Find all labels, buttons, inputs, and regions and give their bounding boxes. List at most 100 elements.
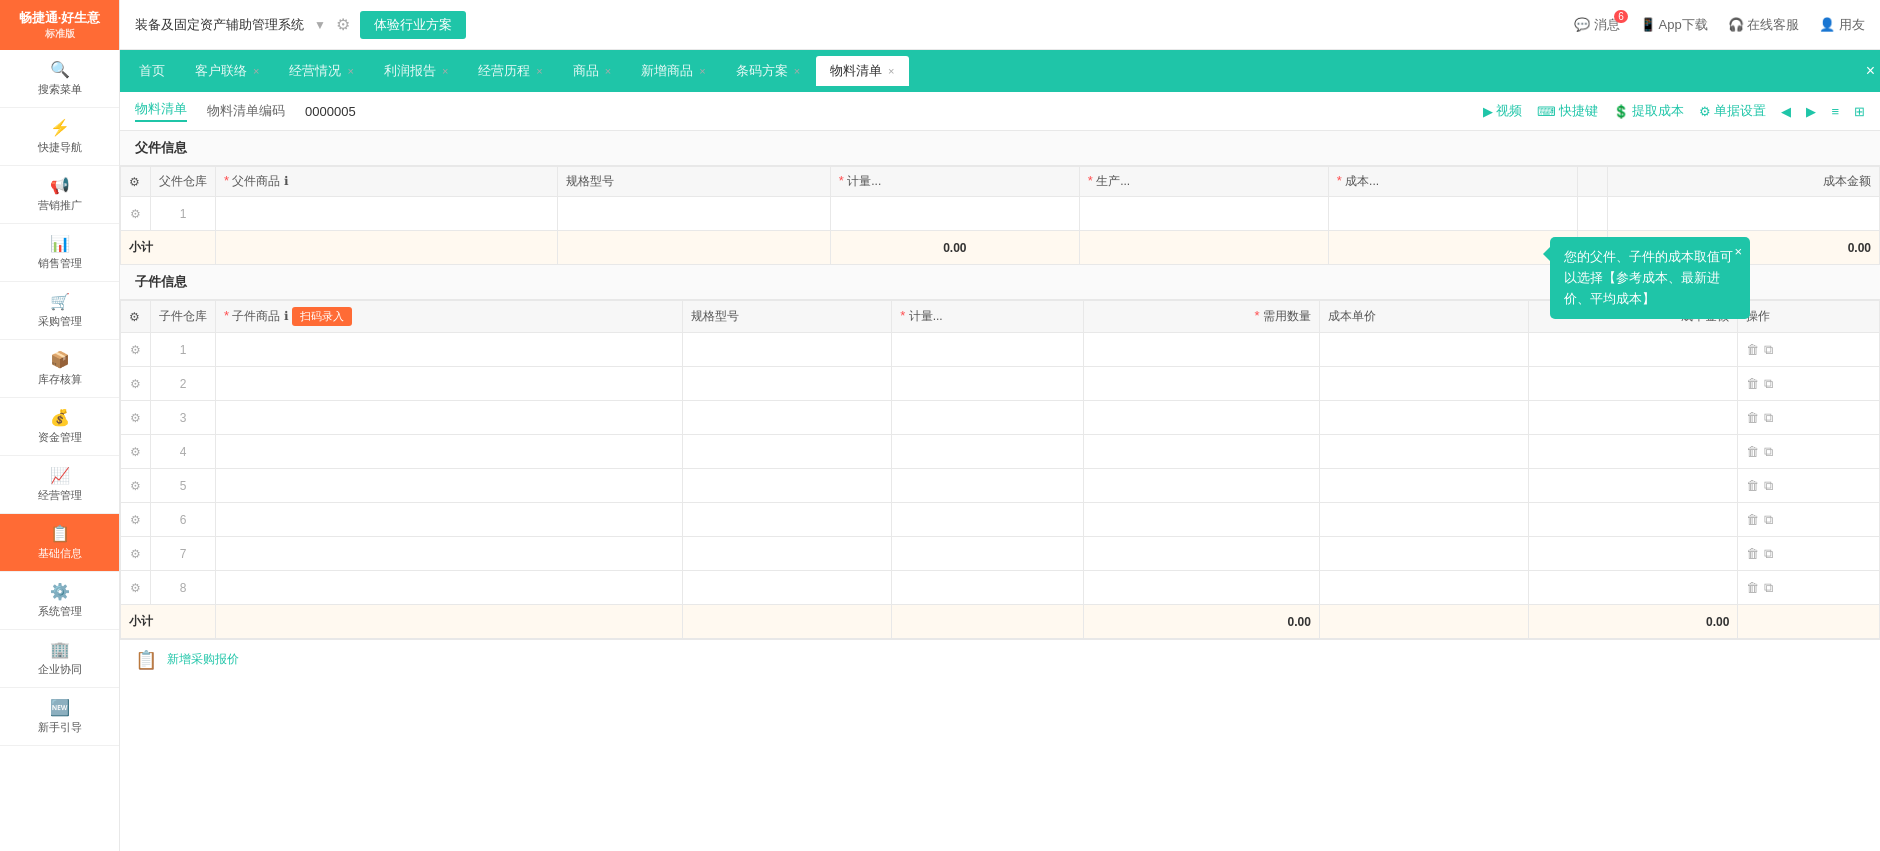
copy-icon[interactable]: ⧉ <box>1764 444 1773 460</box>
nav-tab-close-profit[interactable]: × <box>442 65 448 77</box>
child-spec-cell[interactable] <box>683 333 892 367</box>
child-goods-cell[interactable] <box>216 571 683 605</box>
sidebar-item-purchase[interactable]: 🛒 采购管理 <box>0 282 119 340</box>
child-goods-cell[interactable] <box>216 469 683 503</box>
child-spec-cell[interactable] <box>683 469 892 503</box>
parent-spec-cell[interactable] <box>558 197 830 231</box>
child-row-gear[interactable]: ⚙ <box>121 367 151 401</box>
child-unit-cost-cell[interactable] <box>1319 571 1528 605</box>
child-qty-cell[interactable] <box>1083 503 1319 537</box>
sidebar-item-guide[interactable]: 🆕 新手引导 <box>0 688 119 746</box>
delete-icon[interactable]: 🗑 <box>1746 444 1759 459</box>
sidebar-item-marketing[interactable]: 📢 营销推广 <box>0 166 119 224</box>
tooltip-close-icon[interactable]: × <box>1734 242 1742 263</box>
delete-icon[interactable]: 🗑 <box>1746 410 1759 425</box>
copy-icon[interactable]: ⧉ <box>1764 546 1773 562</box>
nav-tab-profit[interactable]: 利润报告× <box>370 56 462 86</box>
copy-icon[interactable]: ⧉ <box>1764 376 1773 392</box>
child-goods-cell[interactable] <box>216 537 683 571</box>
child-unit-cost-cell[interactable] <box>1319 435 1528 469</box>
user-info[interactable]: 👤 用友 <box>1819 16 1865 34</box>
sidebar-item-basic[interactable]: 📋 基础信息 <box>0 514 119 572</box>
nav-tab-close-operations[interactable]: × <box>347 65 353 77</box>
scan-input-button[interactable]: 扫码录入 <box>292 307 352 326</box>
nav-prev-icon[interactable]: ◀ <box>1781 104 1791 119</box>
nav-tab-close-bom[interactable]: × <box>888 65 894 77</box>
delete-icon[interactable]: 🗑 <box>1746 376 1759 391</box>
child-unit-cost-cell[interactable] <box>1319 537 1528 571</box>
action-view[interactable]: ▶ 视频 <box>1483 102 1522 120</box>
child-row-gear[interactable]: ⚙ <box>121 571 151 605</box>
delete-icon[interactable]: 🗑 <box>1746 546 1759 561</box>
child-unit-cell[interactable] <box>892 571 1083 605</box>
child-qty-cell[interactable] <box>1083 401 1319 435</box>
table-view-icon[interactable]: ⊞ <box>1854 104 1865 119</box>
copy-icon[interactable]: ⧉ <box>1764 478 1773 494</box>
grid-view-icon[interactable]: ≡ <box>1831 104 1839 119</box>
sidebar-item-enterprise[interactable]: 🏢 企业协同 <box>0 630 119 688</box>
child-row-gear[interactable]: ⚙ <box>121 537 151 571</box>
child-spec-cell[interactable] <box>683 571 892 605</box>
child-goods-cell[interactable] <box>216 333 683 367</box>
action-settings[interactable]: ⚙ 单据设置 <box>1699 102 1766 120</box>
sidebar-item-finance[interactable]: 💰 资金管理 <box>0 398 119 456</box>
child-unit-cost-cell[interactable] <box>1319 503 1528 537</box>
child-unit-cell[interactable] <box>892 401 1083 435</box>
try-button[interactable]: 体验行业方案 <box>360 11 466 39</box>
add-row-icon[interactable]: 📋 <box>135 649 157 671</box>
child-unit-cost-cell[interactable] <box>1319 333 1528 367</box>
nav-tab-home[interactable]: 首页 <box>125 56 179 86</box>
child-row-gear[interactable]: ⚙ <box>121 333 151 367</box>
child-unit-cost-cell[interactable] <box>1319 469 1528 503</box>
copy-icon[interactable]: ⧉ <box>1764 342 1773 358</box>
nav-tab-new-goods[interactable]: 新增商品× <box>627 56 719 86</box>
child-qty-cell[interactable] <box>1083 537 1319 571</box>
nav-tab-barcode[interactable]: 条码方案× <box>722 56 814 86</box>
child-unit-cell[interactable] <box>892 435 1083 469</box>
child-goods-cell[interactable] <box>216 367 683 401</box>
child-qty-cell[interactable] <box>1083 435 1319 469</box>
nav-tab-operations[interactable]: 经营情况× <box>275 56 367 86</box>
row-gear[interactable]: ⚙ <box>121 197 151 231</box>
child-row-gear[interactable]: ⚙ <box>121 401 151 435</box>
nav-tab-close-new-goods[interactable]: × <box>699 65 705 77</box>
child-unit-cell[interactable] <box>892 333 1083 367</box>
parent-unit-cell[interactable] <box>830 197 1079 231</box>
child-row-gear[interactable]: ⚙ <box>121 469 151 503</box>
copy-icon[interactable]: ⧉ <box>1764 410 1773 426</box>
nav-tab-close-history[interactable]: × <box>536 65 542 77</box>
child-qty-cell[interactable] <box>1083 571 1319 605</box>
dropdown-arrow[interactable]: ▼ <box>314 18 326 32</box>
child-unit-cell[interactable] <box>892 503 1083 537</box>
delete-icon[interactable]: 🗑 <box>1746 342 1759 357</box>
child-spec-cell[interactable] <box>683 401 892 435</box>
close-all-tabs-icon[interactable]: × <box>1866 62 1875 80</box>
sidebar-item-inventory[interactable]: 📦 库存核算 <box>0 340 119 398</box>
child-unit-cost-cell[interactable] <box>1319 401 1528 435</box>
child-spec-cell[interactable] <box>683 537 892 571</box>
nav-next-icon[interactable]: ▶ <box>1806 104 1816 119</box>
child-unit-cell[interactable] <box>892 537 1083 571</box>
add-row-label[interactable]: 新增采购报价 <box>167 651 239 668</box>
online-service[interactable]: 🎧 在线客服 <box>1728 16 1800 34</box>
sidebar-item-quick-nav[interactable]: ⚡ 快捷导航 <box>0 108 119 166</box>
child-row-gear[interactable]: ⚙ <box>121 503 151 537</box>
tab-bom[interactable]: 物料清单 <box>135 100 187 122</box>
message-icon-wrap[interactable]: 💬 消息 6 <box>1574 16 1620 34</box>
parent-cost-cell[interactable] <box>1328 197 1577 231</box>
nav-tab-bom[interactable]: 物料清单× <box>816 56 908 86</box>
child-goods-cell[interactable] <box>216 503 683 537</box>
action-cost[interactable]: 💲 提取成本 <box>1613 102 1684 120</box>
settings-gear-icon[interactable]: ⚙ <box>336 15 350 34</box>
sidebar-item-search[interactable]: 🔍 搜索菜单 <box>0 50 119 108</box>
delete-icon[interactable]: 🗑 <box>1746 512 1759 527</box>
child-spec-cell[interactable] <box>683 435 892 469</box>
child-row-gear[interactable]: ⚙ <box>121 435 151 469</box>
delete-icon[interactable]: 🗑 <box>1746 580 1759 595</box>
child-spec-cell[interactable] <box>683 367 892 401</box>
child-qty-cell[interactable] <box>1083 367 1319 401</box>
parent-production-cell[interactable] <box>1079 197 1328 231</box>
child-unit-cell[interactable] <box>892 469 1083 503</box>
child-spec-cell[interactable] <box>683 503 892 537</box>
nav-tab-close-goods[interactable]: × <box>605 65 611 77</box>
